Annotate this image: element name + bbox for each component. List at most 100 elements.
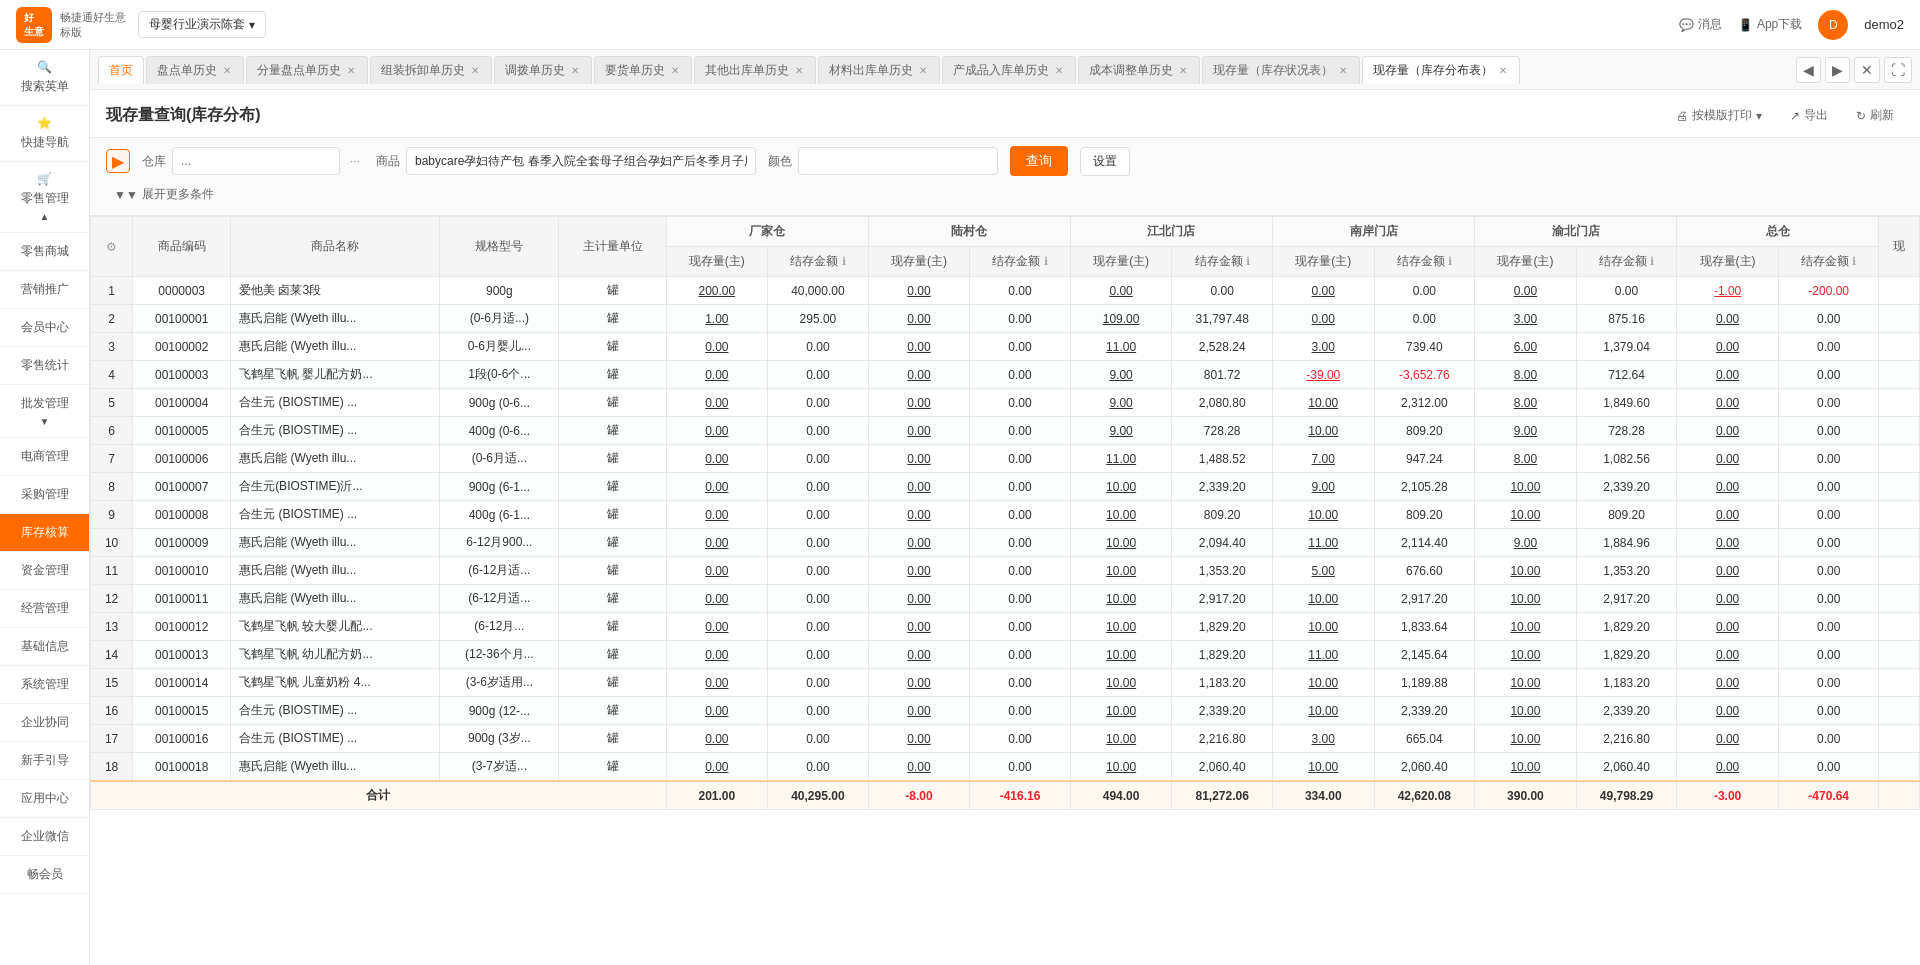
table-cell[interactable]: [1879, 613, 1920, 641]
table-cell[interactable]: 0.00: [1778, 557, 1879, 585]
table-cell[interactable]: 00100007: [133, 473, 231, 501]
table-cell[interactable]: (0-6月适...: [440, 445, 559, 473]
table-cell[interactable]: 0.00: [1778, 305, 1879, 333]
sidebar-item-appcenter[interactable]: 应用中心: [0, 780, 89, 818]
table-cell[interactable]: 飞鹤星飞帆 儿童奶粉 4...: [231, 669, 440, 697]
table-cell[interactable]: 惠氏启能 (Wyeth illu...: [231, 585, 440, 613]
sidebar-item-marketing[interactable]: 营销推广: [0, 271, 89, 309]
sidebar-item-retail-mgmt[interactable]: 🛒 零售管理 ▲: [0, 162, 89, 233]
table-cell[interactable]: 31,797.48: [1172, 305, 1273, 333]
table-cell[interactable]: 0.00: [1778, 669, 1879, 697]
tab-close-assembly[interactable]: ✕: [469, 64, 481, 77]
industry-selector[interactable]: 母婴行业演示陈套 ▾: [138, 11, 266, 38]
table-cell[interactable]: 9.00: [1070, 417, 1172, 445]
table-cell[interactable]: 0.00: [666, 557, 768, 585]
table-cell[interactable]: [1879, 641, 1920, 669]
table-cell[interactable]: 0.00: [666, 613, 768, 641]
table-cell[interactable]: 10.00: [1475, 613, 1577, 641]
table-cell[interactable]: 00100005: [133, 417, 231, 445]
sidebar-item-retail-shop[interactable]: 零售商城: [0, 233, 89, 271]
table-cell[interactable]: 0.00: [970, 361, 1071, 389]
sidebar-item-retail-stats[interactable]: 零售统计: [0, 347, 89, 385]
table-cell[interactable]: 0.00: [868, 725, 970, 753]
table-cell[interactable]: 罐: [559, 473, 666, 501]
table-cell[interactable]: 400g (0-6...: [440, 417, 559, 445]
table-cell[interactable]: 0.00: [1475, 277, 1577, 305]
table-cell[interactable]: 2,114.40: [1374, 529, 1475, 557]
table-cell[interactable]: 0.00: [768, 753, 869, 782]
table-cell[interactable]: 0.00: [1677, 613, 1779, 641]
table-cell[interactable]: 2,216.80: [1172, 725, 1273, 753]
table-cell[interactable]: 1,833.64: [1374, 613, 1475, 641]
table-cell[interactable]: 罐: [559, 725, 666, 753]
table-cell[interactable]: 2,339.20: [1374, 697, 1475, 725]
sidebar-item-inventory[interactable]: 库存核算: [0, 514, 89, 552]
table-cell[interactable]: 罐: [559, 305, 666, 333]
table-cell[interactable]: 0.00: [1374, 305, 1475, 333]
tab-next-btn[interactable]: ▶: [1825, 57, 1850, 83]
table-cell[interactable]: 10.00: [1475, 585, 1577, 613]
table-cell[interactable]: [1879, 557, 1920, 585]
sidebar-item-operation[interactable]: 经营管理: [0, 590, 89, 628]
tab-close-cost-adjust[interactable]: ✕: [1177, 64, 1189, 77]
table-cell[interactable]: 9.00: [1475, 417, 1577, 445]
print-btn[interactable]: 🖨 按模版打印 ▾: [1666, 102, 1772, 129]
tab-maximize-btn[interactable]: ⛶: [1884, 57, 1912, 83]
table-cell[interactable]: 0.00: [1677, 753, 1779, 782]
table-cell[interactable]: 0.00: [868, 473, 970, 501]
table-cell[interactable]: 罐: [559, 501, 666, 529]
table-cell[interactable]: 200.00: [666, 277, 768, 305]
tab-other-out[interactable]: 其他出库单历史 ✕: [694, 56, 816, 84]
table-cell[interactable]: 0.00: [768, 669, 869, 697]
table-cell[interactable]: 665.04: [1374, 725, 1475, 753]
table-cell[interactable]: 676.60: [1374, 557, 1475, 585]
table-cell[interactable]: 11.00: [1273, 529, 1375, 557]
table-cell[interactable]: 1,849.60: [1576, 389, 1677, 417]
table-cell[interactable]: 罐: [559, 389, 666, 417]
table-cell[interactable]: 900g: [440, 277, 559, 305]
table-cell[interactable]: 10.00: [1273, 417, 1375, 445]
table-cell[interactable]: 10.00: [1070, 501, 1172, 529]
app-download-action[interactable]: 📱 App下载: [1738, 16, 1802, 33]
table-cell[interactable]: 0.00: [1172, 277, 1273, 305]
table-cell[interactable]: 739.40: [1374, 333, 1475, 361]
table-cell[interactable]: 0.00: [970, 277, 1071, 305]
tab-close-other-out[interactable]: ✕: [793, 64, 805, 77]
table-cell[interactable]: 10.00: [1070, 473, 1172, 501]
table-cell[interactable]: 0.00: [868, 445, 970, 473]
table-cell[interactable]: 0.00: [666, 697, 768, 725]
tab-close-transfer[interactable]: ✕: [569, 64, 581, 77]
table-cell[interactable]: 0.00: [868, 641, 970, 669]
th-settings[interactable]: ⚙: [91, 217, 133, 277]
table-cell[interactable]: 40,000.00: [768, 277, 869, 305]
table-cell[interactable]: -1.00: [1677, 277, 1779, 305]
table-cell[interactable]: 0.00: [666, 501, 768, 529]
table-cell[interactable]: 2,917.20: [1576, 585, 1677, 613]
tab-product-in[interactable]: 产成品入库单历史 ✕: [942, 56, 1076, 84]
table-cell[interactable]: 0.00: [1677, 333, 1779, 361]
table-cell[interactable]: 0.00: [1677, 557, 1779, 585]
table-cell[interactable]: 0.00: [1778, 361, 1879, 389]
table-cell[interactable]: 2,339.20: [1576, 697, 1677, 725]
avatar[interactable]: D: [1818, 10, 1848, 40]
table-cell[interactable]: 900g (0-6...: [440, 389, 559, 417]
table-cell[interactable]: 00100013: [133, 641, 231, 669]
table-cell[interactable]: 00100001: [133, 305, 231, 333]
table-cell[interactable]: 0.00: [768, 333, 869, 361]
table-cell[interactable]: 0.00: [868, 361, 970, 389]
table-cell[interactable]: 1段(0-6个...: [440, 361, 559, 389]
table-cell[interactable]: 1,353.20: [1172, 557, 1273, 585]
table-cell[interactable]: 11.00: [1273, 641, 1375, 669]
table-cell[interactable]: 0.00: [1677, 669, 1779, 697]
table-cell[interactable]: -200.00: [1778, 277, 1879, 305]
table-cell[interactable]: 爱他美 卤莱3段: [231, 277, 440, 305]
msg-action[interactable]: 💬 消息: [1679, 16, 1722, 33]
table-cell[interactable]: 900g (3岁...: [440, 725, 559, 753]
sidebar-item-enterprise[interactable]: 企业协同: [0, 704, 89, 742]
tab-prev-btn[interactable]: ◀: [1796, 57, 1821, 83]
table-cell[interactable]: 0.00: [1070, 277, 1172, 305]
table-cell[interactable]: 罐: [559, 557, 666, 585]
table-cell[interactable]: -3,652.76: [1374, 361, 1475, 389]
table-cell[interactable]: 10.00: [1475, 669, 1577, 697]
table-cell[interactable]: 00100011: [133, 585, 231, 613]
